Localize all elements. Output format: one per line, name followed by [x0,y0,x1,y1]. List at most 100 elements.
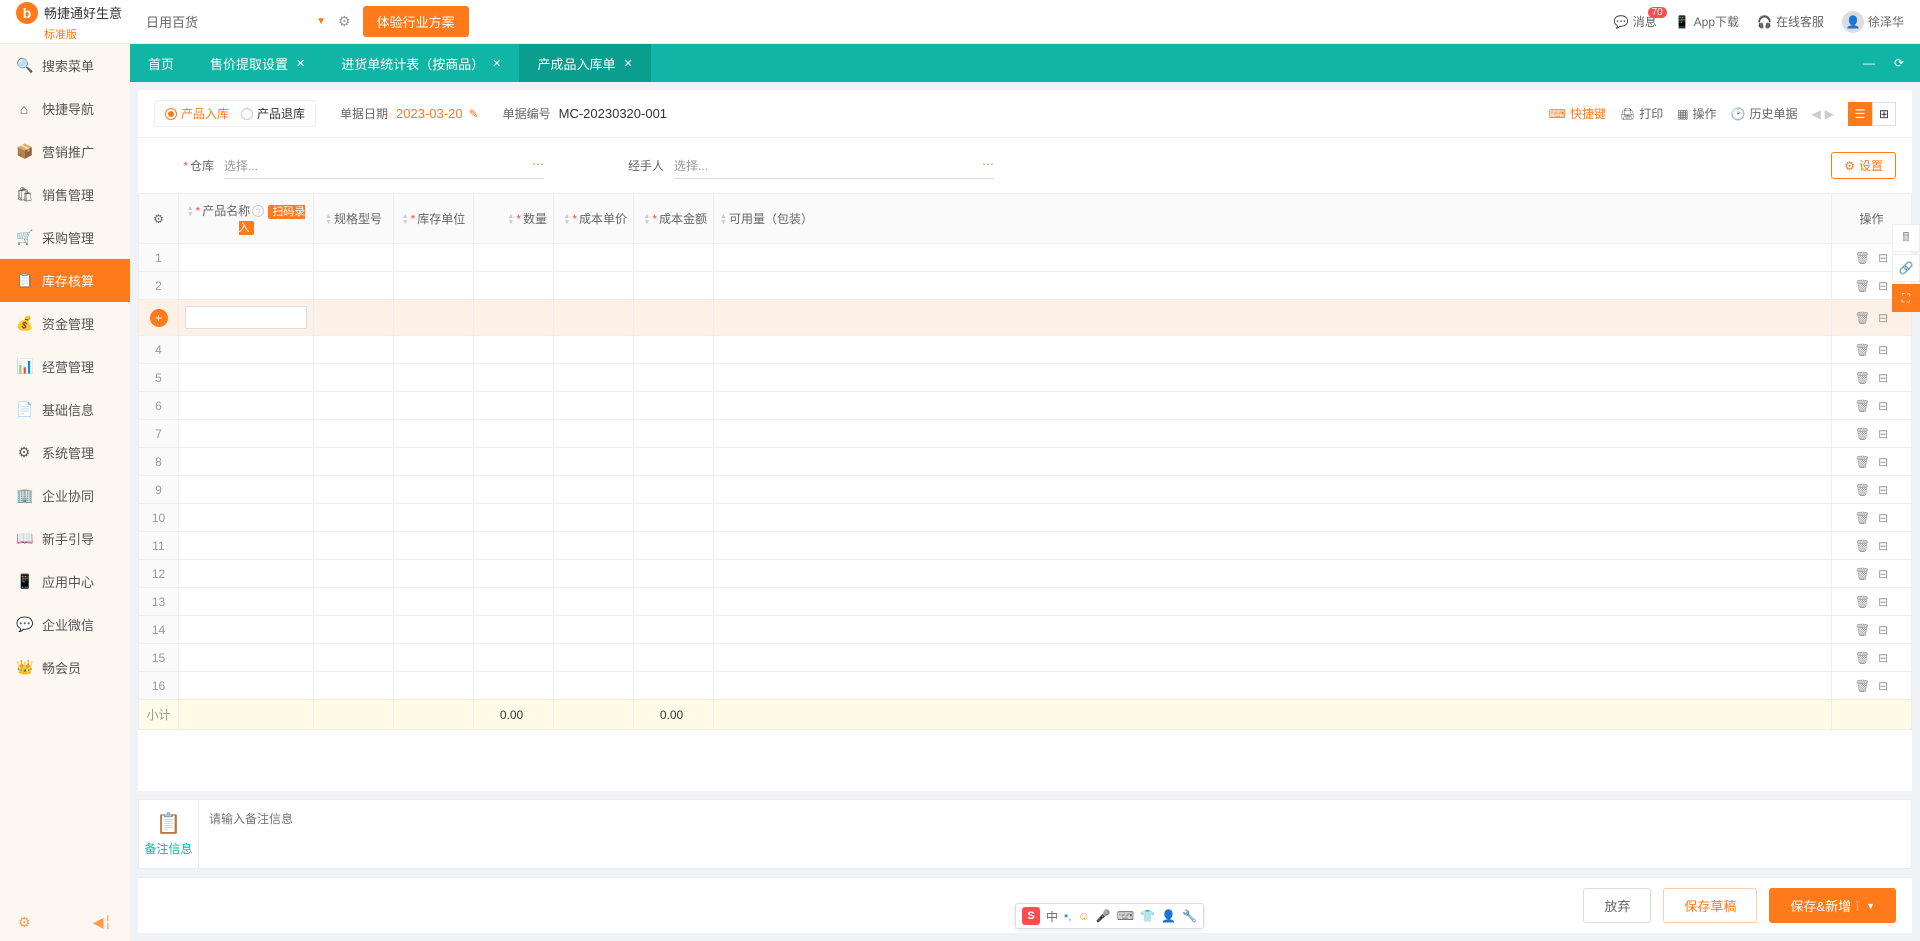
sidebar-item-1[interactable]: ⌂快捷导航 [0,87,130,130]
th-unit-price[interactable]: ▲▼*成本单价 [554,194,634,244]
cell-product[interactable] [179,336,314,364]
cell-price[interactable] [554,392,634,420]
row-add[interactable]: + [139,300,179,336]
copy-icon[interactable]: ⊟ [1878,595,1888,609]
cell-amount[interactable] [634,420,714,448]
ime-lang[interactable]: 中 [1046,908,1058,925]
tab-close-icon[interactable]: ✕ [296,57,305,70]
table-row[interactable]: 16🗑⊟ [139,672,1912,700]
cell-product[interactable] [179,588,314,616]
copy-icon[interactable]: ⊟ [1878,483,1888,497]
cell-amount[interactable] [634,300,714,336]
discard-button[interactable]: 放弃 [1583,888,1651,923]
history-link[interactable]: 🕑历史单据 [1731,105,1798,122]
cell-unit[interactable] [394,644,474,672]
table-row[interactable]: 1🗑⊟ [139,244,1912,272]
cell-product[interactable] [179,504,314,532]
cell-spec[interactable] [314,616,394,644]
cell-spec[interactable] [314,392,394,420]
th-unit[interactable]: ▲▼*库存单位 [394,194,474,244]
table-row[interactable]: 8🗑⊟ [139,448,1912,476]
delete-icon[interactable]: 🗑 [1855,595,1870,609]
table-row[interactable]: 2🗑⊟ [139,272,1912,300]
copy-icon[interactable]: ⊟ [1878,539,1888,553]
cell-product[interactable] [179,448,314,476]
cell-product[interactable] [179,672,314,700]
delete-icon[interactable]: 🗑 [1855,427,1870,441]
th-gear[interactable]: ⚙ [139,194,179,244]
table-row[interactable]: 11🗑⊟ [139,532,1912,560]
sidebar-item-3[interactable]: 🛍销售管理 [0,173,130,216]
cell-available[interactable] [714,588,1832,616]
table-row[interactable]: 12🗑⊟ [139,560,1912,588]
copy-icon[interactable]: ⊟ [1878,371,1888,385]
remarks-input[interactable] [199,800,1911,868]
radio-product-in[interactable]: 产品入库 [165,105,229,122]
cell-available[interactable] [714,420,1832,448]
delete-icon[interactable]: 🗑 [1855,511,1870,525]
delete-icon[interactable]: 🗑 [1855,311,1870,325]
cell-spec[interactable] [314,476,394,504]
cell-available[interactable] [714,244,1832,272]
sidebar-item-10[interactable]: 🏢企业协同 [0,474,130,517]
messages-link[interactable]: 💬 消息 70 [1614,13,1657,30]
cell-price[interactable] [554,448,634,476]
cell-spec[interactable] [314,448,394,476]
delete-icon[interactable]: 🗑 [1855,371,1870,385]
cell-price[interactable] [554,644,634,672]
cell-unit[interactable] [394,448,474,476]
sidebar-item-9[interactable]: ⚙系统管理 [0,431,130,474]
cell-qty[interactable] [474,420,554,448]
cell-qty[interactable] [474,300,554,336]
sidebar-item-2[interactable]: 📦营销推广 [0,130,130,173]
more-icon[interactable]: ⋯ [532,157,544,174]
cell-qty[interactable] [474,476,554,504]
cell-price[interactable] [554,616,634,644]
ime-toolbox-icon[interactable]: 🔧 [1182,909,1197,923]
sidebar-item-5[interactable]: 📋库存核算 [0,259,130,302]
cell-product[interactable] [179,476,314,504]
cell-available[interactable] [714,476,1832,504]
cell-price[interactable] [554,588,634,616]
copy-icon[interactable]: ⊟ [1878,511,1888,525]
cell-price[interactable] [554,672,634,700]
delete-icon[interactable]: 🗑 [1855,251,1870,265]
ime-user-icon[interactable]: 👤 [1161,909,1176,923]
cell-spec[interactable] [314,272,394,300]
delete-icon[interactable]: 🗑 [1855,455,1870,469]
table-row[interactable]: 13🗑⊟ [139,588,1912,616]
cell-available[interactable] [714,504,1832,532]
cell-qty[interactable] [474,448,554,476]
cell-spec[interactable] [314,336,394,364]
ime-skin-icon[interactable]: 👕 [1140,909,1155,923]
cell-amount[interactable] [634,616,714,644]
cell-available[interactable] [714,560,1832,588]
cell-qty[interactable] [474,244,554,272]
cell-price[interactable] [554,244,634,272]
cell-amount[interactable] [634,392,714,420]
table-row[interactable]: 5🗑⊟ [139,364,1912,392]
copy-icon[interactable]: ⊟ [1878,311,1888,325]
handler-input[interactable]: 选择... ⋯ [674,153,994,179]
sidebar-item-12[interactable]: 📱应用中心 [0,560,130,603]
cell-qty[interactable] [474,336,554,364]
save-new-button[interactable]: 保存&新增 ▼ [1769,888,1896,923]
tab-3[interactable]: 产成品入库单✕ [519,44,650,82]
sidebar-item-14[interactable]: 👑畅会员 [0,646,130,689]
tab-0[interactable]: 首页 [130,44,192,82]
th-spec[interactable]: ▲▼规格型号 [314,194,394,244]
tab-refresh[interactable]: ⟳ [1886,50,1912,76]
gear-icon[interactable]: ⚙ [338,13,351,30]
delete-icon[interactable]: 🗑 [1855,279,1870,293]
cell-unit[interactable] [394,420,474,448]
cell-product[interactable] [179,392,314,420]
collapse-icon[interactable]: ◀╎ [93,914,112,931]
cell-price[interactable] [554,532,634,560]
product-input[interactable] [185,306,307,329]
category-select[interactable]: 日用百货 ▼ [146,12,326,31]
cell-spec[interactable] [314,300,394,336]
copy-icon[interactable]: ⊟ [1878,279,1888,293]
settings-icon[interactable]: ⚙ [18,914,31,931]
ime-emoji-icon[interactable]: ☺ [1078,909,1090,923]
cell-qty[interactable] [474,392,554,420]
